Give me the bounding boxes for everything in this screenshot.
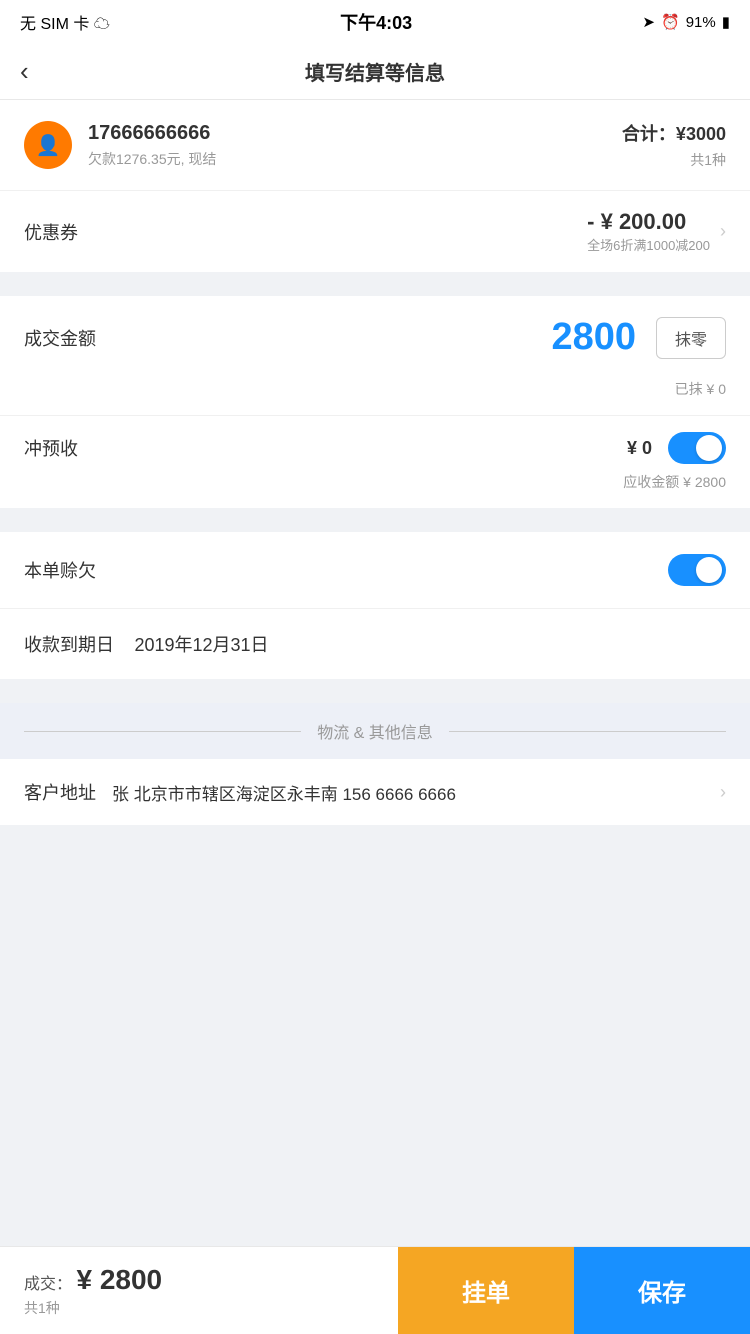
gray-separator-1 (0, 284, 750, 296)
prepaid-section: 冲预收 ¥ 0 应收金额 ¥ 2800 (0, 415, 750, 508)
bottom-count: 共1种 (24, 1298, 374, 1318)
logistics-label: 物流 & 其他信息 (317, 719, 433, 743)
chevron-right-icon: › (720, 221, 726, 242)
customer-info: 17666666666 欠款1276.35元, 现结 (88, 122, 216, 169)
battery-icon: ▮ (722, 13, 730, 31)
address-row[interactable]: 客户地址 张 北京市市辖区海淀区永丰南 156 6666 6666 › (0, 759, 750, 825)
round-sub: 已抹 ¥ 0 (0, 379, 750, 415)
round-button[interactable]: 抹零 (656, 317, 726, 359)
due-date-label: 收款到期日 (24, 635, 114, 655)
prepaid-label: 冲预收 (24, 435, 78, 461)
due-date-row: 收款到期日 2019年12月31日 (0, 608, 750, 679)
credit-card: 本单赊欠 收款到期日 2019年12月31日 (0, 532, 750, 679)
bottom-deal-label: 成交： (24, 1276, 72, 1293)
prepaid-right: ¥ 0 (627, 432, 726, 464)
credit-toggle[interactable] (668, 554, 726, 586)
status-time: 下午4:03 (340, 9, 412, 35)
divider-line-left (24, 731, 301, 732)
address-label: 客户地址 (24, 779, 96, 805)
prepaid-amount: ¥ 0 (627, 438, 652, 459)
pending-button[interactable]: 挂单 (398, 1247, 574, 1334)
back-button[interactable]: ‹ (20, 56, 29, 87)
customer-card: 👤 17666666666 欠款1276.35元, 现结 合计：¥3000 共1… (0, 100, 750, 272)
bottom-deal-row: 成交： ¥ 2800 (24, 1264, 374, 1296)
location-icon: ➤ (642, 13, 655, 31)
signal-text: 无 SIM 卡 ☁ (20, 10, 110, 34)
coupon-row[interactable]: 优惠券 - ¥ 200.00 全场6折满1000减200 › (0, 190, 750, 272)
status-right: ➤ ⏰ 91% ▮ (642, 13, 730, 31)
bottom-info: 成交： ¥ 2800 共1种 (0, 1264, 398, 1318)
bottom-bar: 成交： ¥ 2800 共1种 挂单 保存 (0, 1246, 750, 1334)
deal-amount-value: 2800 (551, 316, 636, 359)
amount-right: 2800 抹零 (551, 316, 726, 359)
address-value: 张 北京市市辖区海淀区永丰南 156 6666 6666 (112, 780, 720, 805)
customer-sub: 欠款1276.35元, 现结 (88, 149, 216, 169)
customer-row: 👤 17666666666 欠款1276.35元, 现结 合计：¥3000 共1… (0, 100, 750, 190)
empty-space (0, 837, 750, 1037)
due-date-value: 2019年12月31日 (134, 635, 268, 655)
prepaid-toggle[interactable] (668, 432, 726, 464)
address-chevron-icon: › (720, 782, 726, 803)
deal-amount-card: 成交金额 2800 抹零 已抹 ¥ 0 冲预收 ¥ 0 应收金额 ¥ 2800 (0, 296, 750, 508)
logistics-divider: 物流 & 其他信息 (0, 703, 750, 759)
address-card: 客户地址 张 北京市市辖区海淀区永丰南 156 6666 6666 › (0, 759, 750, 825)
prepaid-row: 冲预收 ¥ 0 (0, 416, 750, 472)
status-left: 无 SIM 卡 ☁ (20, 10, 110, 34)
credit-label: 本单赊欠 (24, 557, 96, 583)
save-button[interactable]: 保存 (574, 1247, 750, 1334)
coupon-desc: 全场6折满1000减200 (587, 235, 710, 254)
customer-phone: 17666666666 (88, 122, 216, 145)
coupon-discount: - ¥ 200.00 (587, 209, 710, 235)
coupon-label: 优惠券 (24, 219, 78, 245)
gray-separator-2 (0, 520, 750, 532)
gray-separator-3 (0, 691, 750, 703)
customer-left: 👤 17666666666 欠款1276.35元, 现结 (24, 121, 216, 169)
order-count: 共1种 (622, 150, 726, 170)
divider-line-right (449, 731, 726, 732)
customer-right: 合计：¥3000 共1种 (622, 120, 726, 170)
bottom-amount: ¥ 2800 (76, 1264, 162, 1295)
battery-text: 91% (686, 14, 716, 31)
nav-bar: ‹ 填写结算等信息 (0, 44, 750, 100)
deal-amount-label: 成交金额 (24, 325, 96, 351)
avatar: 👤 (24, 121, 72, 169)
status-bar: 无 SIM 卡 ☁ 下午4:03 ➤ ⏰ 91% ▮ (0, 0, 750, 44)
alarm-icon: ⏰ (661, 13, 680, 31)
credit-row: 本单赊欠 (0, 532, 750, 608)
page-title: 填写结算等信息 (305, 57, 445, 86)
order-total: 合计：¥3000 (622, 120, 726, 146)
avatar-icon: 👤 (36, 133, 61, 158)
prepaid-sub: 应收金额 ¥ 2800 (0, 472, 750, 508)
coupon-right: - ¥ 200.00 全场6折满1000减200 › (587, 209, 726, 254)
deal-amount-row: 成交金额 2800 抹零 (0, 296, 750, 379)
